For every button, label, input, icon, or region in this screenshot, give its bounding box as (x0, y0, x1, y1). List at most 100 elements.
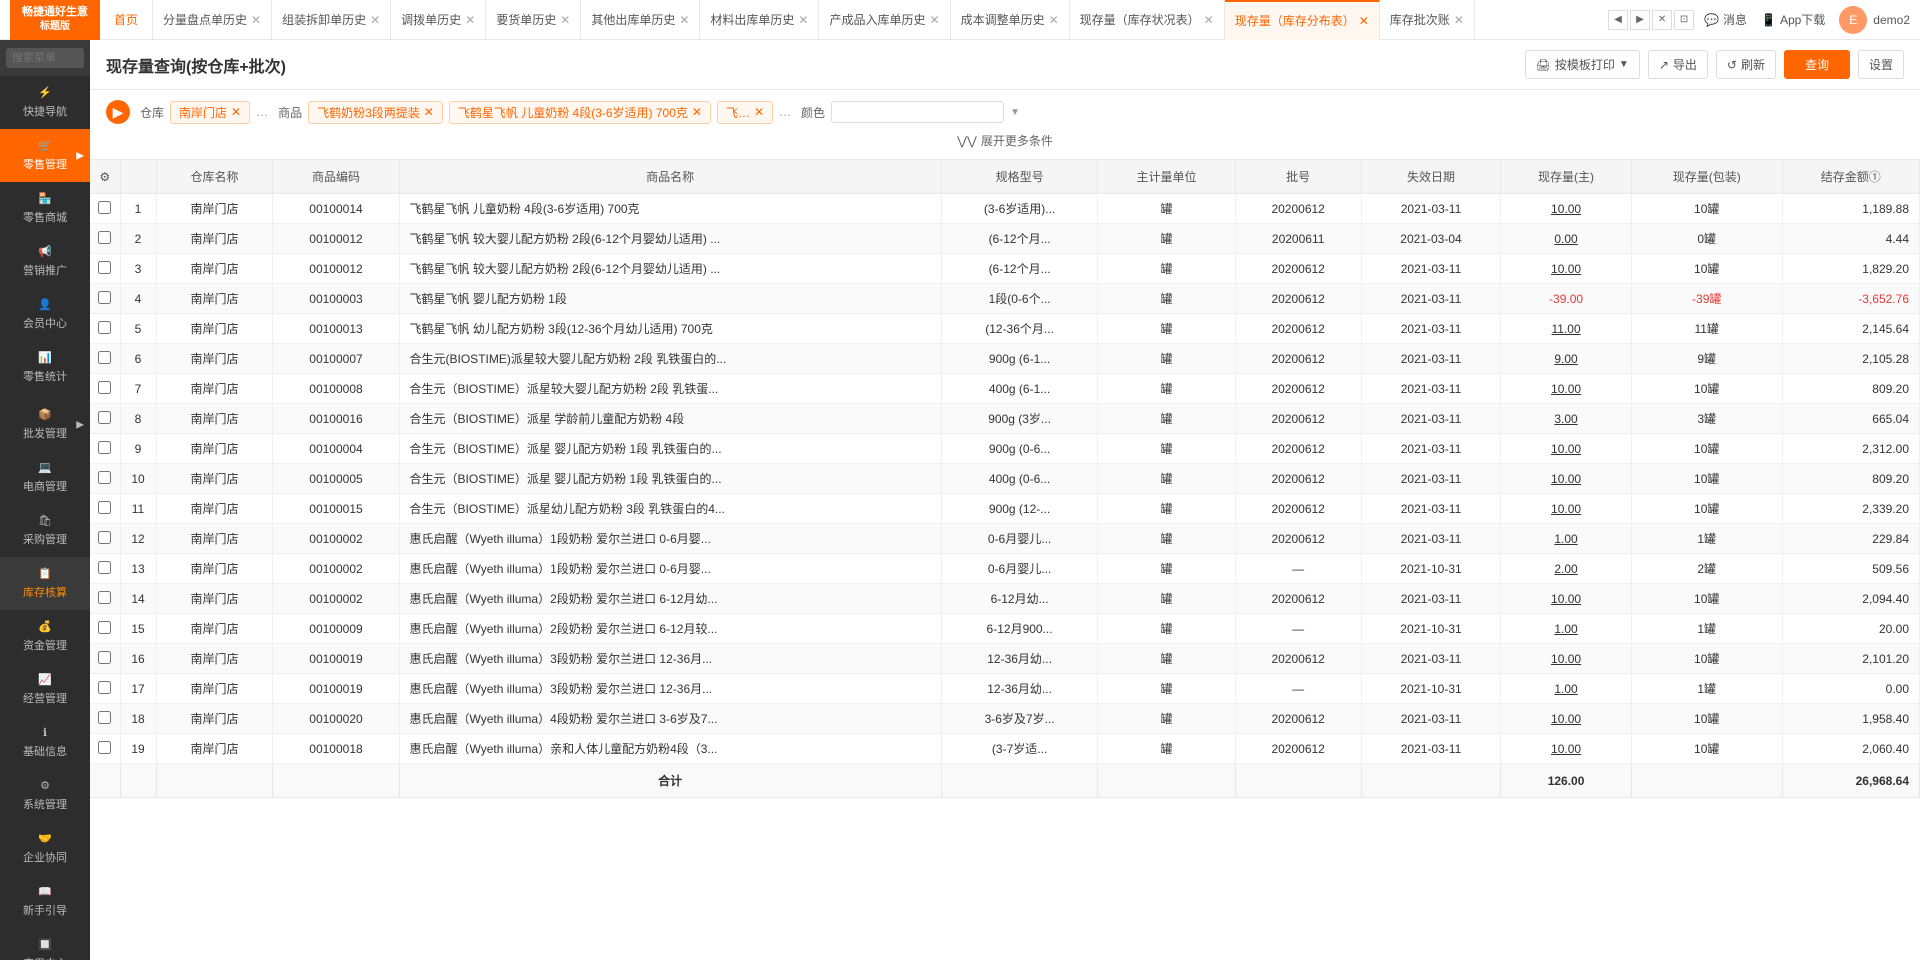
sidebar-item-ecommerce[interactable]: 💻 电商管理 (0, 451, 90, 504)
settings-gear-icon[interactable]: ⚙ (99, 170, 110, 184)
sidebar-item-marketing[interactable]: 📢 营销推广 (0, 235, 90, 288)
row-qty-main[interactable]: 1.00 (1501, 524, 1631, 554)
tab-prev-btn[interactable]: ◀ (1608, 10, 1628, 30)
row-checkbox[interactable] (90, 314, 120, 344)
row-checkbox[interactable] (90, 194, 120, 224)
tab-close-btn[interactable]: ✕ (1652, 10, 1672, 30)
row-checkbox[interactable] (90, 464, 120, 494)
row-qty-main[interactable]: 10.00 (1501, 644, 1631, 674)
row-qty-main[interactable]: 10.00 (1501, 704, 1631, 734)
row-checkbox[interactable] (90, 284, 120, 314)
sidebar-item-app-center[interactable]: 🔲 应用中心 (0, 928, 90, 960)
sidebar-item-purchase[interactable]: 🛍 采购管理 (0, 504, 90, 557)
col-settings[interactable]: ⚙ (90, 160, 120, 194)
row-qty-main[interactable]: 1.00 (1501, 674, 1631, 704)
warehouse-tag[interactable]: 南岸门店 ✕ (170, 101, 250, 124)
row-qty-main[interactable]: 0.00 (1501, 224, 1631, 254)
sidebar-item-basics[interactable]: ℹ 基础信息 (0, 716, 90, 769)
sidebar-item-retail-stats[interactable]: 📊 零售统计 (0, 341, 90, 394)
row-checkbox[interactable] (90, 554, 120, 584)
tab-split-count[interactable]: 分量盘点单历史 ✕ (153, 0, 272, 40)
tab-cost-adjust[interactable]: 成本调整单历史 ✕ (951, 0, 1070, 40)
row-qty-main[interactable]: 10.00 (1501, 194, 1631, 224)
tab-next-btn[interactable]: ▶ (1630, 10, 1650, 30)
sidebar-item-wholesale[interactable]: 📦 批发管理 ▶ (0, 398, 90, 451)
color-input[interactable] (831, 101, 1004, 123)
row-qty-main[interactable]: 10.00 (1501, 464, 1631, 494)
row-checkbox[interactable] (90, 674, 120, 704)
row-qty-main[interactable]: 9.00 (1501, 344, 1631, 374)
row-qty-main[interactable]: 10.00 (1501, 434, 1631, 464)
tab-disassemble[interactable]: 组装拆卸单历史 ✕ (272, 0, 391, 40)
product-more[interactable]: … (779, 105, 791, 119)
sidebar-item-members[interactable]: 👤 会员中心 (0, 288, 90, 341)
search-input[interactable] (6, 48, 84, 68)
sidebar-item-finance[interactable]: 💰 资金管理 (0, 610, 90, 663)
product-tag-1-close[interactable]: ✕ (424, 105, 434, 119)
refresh-btn[interactable]: ↺ 刷新 (1716, 50, 1776, 79)
export-btn[interactable]: ↗ 导出 (1648, 50, 1708, 79)
tab-material-out[interactable]: 材料出库单历史 ✕ (700, 0, 819, 40)
message-btn[interactable]: 💬 消息 (1704, 11, 1747, 28)
warehouse-close-icon[interactable]: ✕ (231, 105, 241, 119)
product-tag-1[interactable]: 飞鹤奶粉3段两提装 ✕ (308, 101, 443, 124)
sidebar-item-system[interactable]: ⚙ 系统管理 (0, 769, 90, 822)
filter-expand-arrow[interactable]: ▶ (106, 100, 130, 124)
row-qty-main[interactable]: 2.00 (1501, 554, 1631, 584)
row-checkbox[interactable] (90, 404, 120, 434)
sidebar-item-operations[interactable]: 📈 经营管理 (0, 663, 90, 716)
color-dropdown[interactable]: ▼ (1010, 107, 1020, 118)
product-tag-3[interactable]: 飞… ✕ (717, 101, 773, 124)
row-checkbox[interactable] (90, 704, 120, 734)
row-checkbox[interactable] (90, 644, 120, 674)
row-qty-main[interactable]: 10.00 (1501, 494, 1631, 524)
row-qty-main[interactable]: 10.00 (1501, 374, 1631, 404)
row-qty-main[interactable]: 11.00 (1501, 314, 1631, 344)
row-checkbox[interactable] (90, 584, 120, 614)
query-btn[interactable]: 查询 (1784, 50, 1850, 79)
sidebar-item-inventory[interactable]: 📋 库存核算 (0, 557, 90, 610)
row-checkbox[interactable] (90, 344, 120, 374)
row-checkbox[interactable] (90, 374, 120, 404)
row-unit: 罐 (1098, 254, 1235, 284)
row-qty-main[interactable]: 10.00 (1501, 734, 1631, 764)
product-tag-3-close[interactable]: ✕ (754, 105, 764, 119)
settings-btn[interactable]: 设置 (1858, 50, 1904, 79)
tab-mix[interactable]: 调拨单历史 ✕ (391, 0, 486, 40)
product-tag-2[interactable]: 飞鹤星飞帆 儿童奶粉 4段(3-6岁适用) 700克 ✕ (449, 101, 711, 124)
tab-inventory-dist[interactable]: 现存量（库存分布表） ✕ (1225, 0, 1380, 40)
sidebar-item-retail-mall[interactable]: 🏪 零售商城 (0, 182, 90, 235)
warehouse-more[interactable]: … (256, 105, 268, 119)
tab-expand-btn[interactable]: ⊡ (1674, 10, 1694, 30)
row-qty-main[interactable]: 10.00 (1501, 254, 1631, 284)
tab-inventory-status[interactable]: 现存量（库存状况表） ✕ (1070, 0, 1225, 40)
tab-other-out[interactable]: 其他出库单历史 ✕ (581, 0, 700, 40)
row-qty-main[interactable]: 1.00 (1501, 614, 1631, 644)
sidebar-item-enterprise[interactable]: 🤝 企业协同 (0, 822, 90, 875)
row-qty-main[interactable]: 3.00 (1501, 404, 1631, 434)
row-checkbox[interactable] (90, 434, 120, 464)
row-checkbox[interactable] (90, 224, 120, 254)
tab-home[interactable]: 首页 (100, 0, 153, 40)
row-checkbox[interactable] (90, 734, 120, 764)
row-checkbox[interactable] (90, 494, 120, 524)
sidebar-item-shortcut[interactable]: ⚡ 快捷导航 (0, 76, 90, 129)
row-code: 00100008 (273, 374, 399, 404)
app-download-btn[interactable]: 📱 App下载 (1761, 11, 1825, 28)
row-batch: — (1235, 554, 1361, 584)
row-checkbox[interactable] (90, 254, 120, 284)
sidebar-item-retail[interactable]: 🛒 零售管理 ▶ (0, 129, 90, 182)
sidebar-item-guide[interactable]: 📖 新手引导 (0, 875, 90, 928)
product-tag-2-close[interactable]: ✕ (692, 105, 702, 119)
row-qty-main[interactable]: 10.00 (1501, 584, 1631, 614)
tab-batch[interactable]: 库存批次账 ✕ (1380, 0, 1475, 40)
row-qty-main[interactable]: -39.00 (1501, 284, 1631, 314)
row-checkbox[interactable] (90, 614, 120, 644)
expand-conditions-btn[interactable]: ⋁⋁ 展开更多条件 (957, 132, 1053, 149)
sidebar-search[interactable] (0, 40, 90, 76)
tab-require[interactable]: 要货单历史 ✕ (486, 0, 581, 40)
row-checkbox[interactable] (90, 524, 120, 554)
user-area[interactable]: E demo2 (1839, 6, 1910, 34)
tab-product-in[interactable]: 产成品入库单历史 ✕ (819, 0, 950, 40)
template-print-btn[interactable]: 🖨 按模板打印 ▼ (1525, 50, 1640, 79)
